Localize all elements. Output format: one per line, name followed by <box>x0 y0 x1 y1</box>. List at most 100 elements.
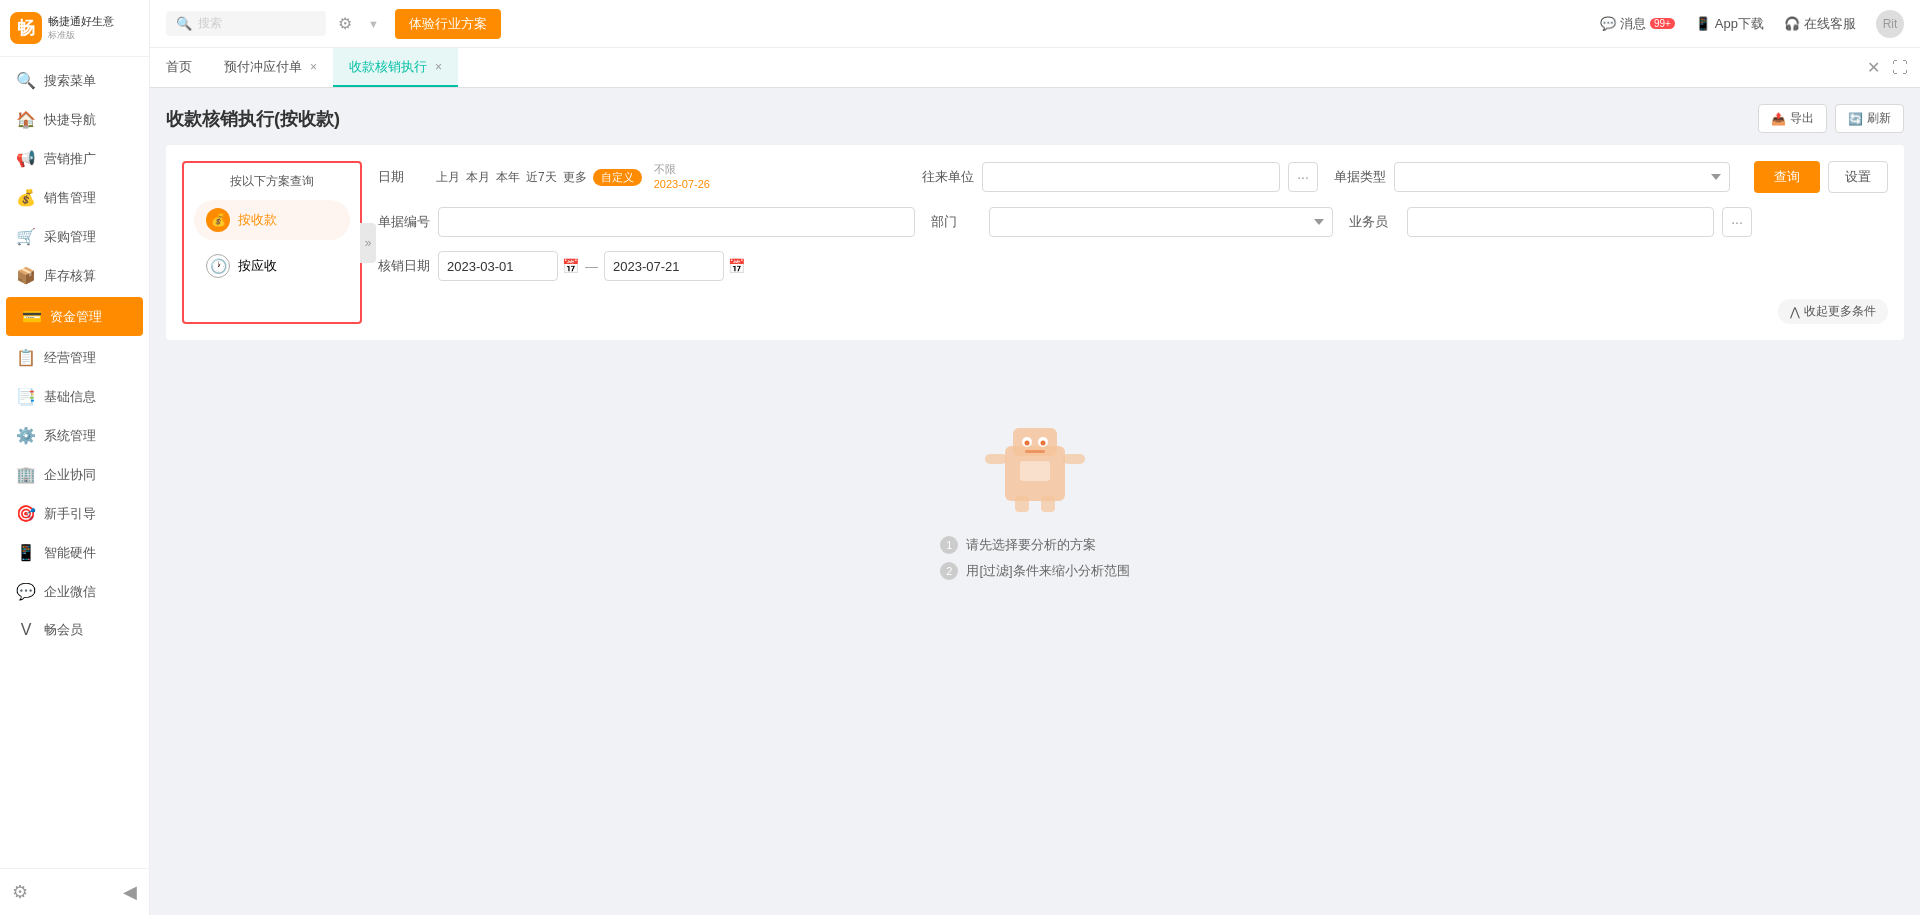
topbar: 🔍 搜索 ⚙ ▼ 体验行业方案 💬 消息 99+ 📱 App下载 🎧 在线客服 … <box>150 0 1920 48</box>
sidebar-item-system[interactable]: ⚙️ 系统管理 <box>0 416 149 455</box>
query-panel: 按以下方案查询 💰 按收款 🕐 按应收 » <box>182 161 362 324</box>
dept-label: 部门 <box>931 213 981 231</box>
sidebar-nav: 🔍 搜索菜单 🏠 快捷导航 📢 营销推广 💰 销售管理 🛒 采购管理 📦 库存核… <box>0 57 149 868</box>
message-badge: 99+ <box>1650 18 1675 29</box>
app-download-button[interactable]: 📱 App下载 <box>1695 15 1764 33</box>
user-avatar[interactable]: Rit <box>1876 10 1904 38</box>
start-calendar-icon[interactable]: 📅 <box>562 258 579 274</box>
sidebar-item-hardware[interactable]: 📱 智能硬件 <box>0 533 149 572</box>
refresh-button[interactable]: 🔄 刷新 <box>1835 104 1904 133</box>
end-calendar-icon[interactable]: 📅 <box>728 258 745 274</box>
verification-date-range: 📅 — 📅 <box>438 251 745 281</box>
doc-no-input[interactable] <box>438 207 915 237</box>
sidebar-item-inventory[interactable]: 📦 库存核算 <box>0 256 149 295</box>
message-button[interactable]: 💬 消息 99+ <box>1600 15 1675 33</box>
svg-rect-8 <box>1063 454 1085 464</box>
topbar-right: 💬 消息 99+ 📱 App下载 🎧 在线客服 Rit <box>1600 10 1904 38</box>
sidebar-item-label: 快捷导航 <box>44 111 96 129</box>
receivable-option-icon: 🕐 <box>206 254 230 278</box>
sidebar-item-purchase[interactable]: 🛒 采购管理 <box>0 217 149 256</box>
chevron-up-icon: ⋀ <box>1790 305 1800 319</box>
collapse-more-area: ⋀ 收起更多条件 <box>378 299 1888 324</box>
sidebar-item-quick-nav[interactable]: 🏠 快捷导航 <box>0 100 149 139</box>
verification-date-field: 核销日期 📅 — 📅 <box>378 251 1888 281</box>
sidebar-item-wechat[interactable]: 💬 企业微信 <box>0 572 149 611</box>
tab-receipt-offset[interactable]: 收款核销执行 × <box>333 48 458 87</box>
this-month-link[interactable]: 本月 <box>466 169 490 186</box>
topbar-search-box[interactable]: 🔍 搜索 <box>166 11 326 36</box>
doc-type-select[interactable] <box>1394 162 1730 192</box>
close-tab-icon[interactable]: ✕ <box>1863 54 1884 81</box>
tab-prepay-close-icon[interactable]: × <box>310 60 317 74</box>
collapse-sidebar-icon[interactable]: ◀ <box>119 877 141 907</box>
hardware-icon: 📱 <box>16 543 36 562</box>
main-area: 🔍 搜索 ⚙ ▼ 体验行业方案 💬 消息 99+ 📱 App下载 🎧 在线客服 … <box>150 0 1920 915</box>
filter-row-3: 核销日期 📅 — 📅 <box>378 251 1888 281</box>
export-button[interactable]: 📤 导出 <box>1758 104 1827 133</box>
tab-home[interactable]: 首页 <box>150 48 208 87</box>
last-7-days-link[interactable]: 近7天 <box>526 169 557 186</box>
query-option-by-receipt[interactable]: 💰 按收款 <box>194 200 350 240</box>
sidebar-item-marketing[interactable]: 📢 营销推广 <box>0 139 149 178</box>
sidebar-item-label: 基础信息 <box>44 388 96 406</box>
tab-prepay-offset[interactable]: 预付冲应付单 × <box>208 48 333 87</box>
logo-text: 畅捷通好生意 <box>48 14 114 28</box>
collapse-more-button[interactable]: ⋀ 收起更多条件 <box>1778 299 1888 324</box>
sidebar-item-funds[interactable]: 💳 资金管理 <box>6 297 143 336</box>
app-icon: 📱 <box>1695 16 1711 31</box>
sidebar-item-member[interactable]: V 畅会员 <box>0 611 149 649</box>
sidebar-item-enterprise[interactable]: 🏢 企业协同 <box>0 455 149 494</box>
sidebar-item-label: 新手引导 <box>44 505 96 523</box>
industry-solution-button[interactable]: 体验行业方案 <box>395 9 501 39</box>
panel-collapse-button[interactable]: » <box>360 223 376 263</box>
query-button[interactable]: 查询 <box>1754 161 1820 193</box>
partner-input[interactable] <box>982 162 1280 192</box>
tab-prepay-label: 预付冲应付单 <box>224 58 302 76</box>
export-icon: 📤 <box>1771 112 1786 126</box>
page-title: 收款核销执行(按收款) <box>166 107 340 131</box>
step-1-num: 1 <box>940 536 958 554</box>
logo-badge: 标准版 <box>48 29 114 42</box>
expand-tab-icon[interactable]: ⛶ <box>1888 55 1912 81</box>
this-year-link[interactable]: 本年 <box>496 169 520 186</box>
tab-receipt-close-icon[interactable]: × <box>435 60 442 74</box>
salesperson-ellipsis-button[interactable]: ··· <box>1722 207 1752 237</box>
verification-end-input[interactable] <box>604 251 724 281</box>
sidebar-item-sales[interactable]: 💰 销售管理 <box>0 178 149 217</box>
sidebar-item-label: 销售管理 <box>44 189 96 207</box>
online-service-button[interactable]: 🎧 在线客服 <box>1784 15 1856 33</box>
svg-rect-7 <box>985 454 1007 464</box>
page-actions: 📤 导出 🔄 刷新 <box>1758 104 1904 133</box>
last-month-link[interactable]: 上月 <box>436 169 460 186</box>
refresh-label: 刷新 <box>1867 110 1891 127</box>
topbar-gear-icon[interactable]: ⚙ <box>338 14 352 33</box>
sidebar-item-label: 搜索菜单 <box>44 72 96 90</box>
sidebar-item-label: 企业微信 <box>44 583 96 601</box>
svg-rect-6 <box>1025 450 1045 453</box>
sidebar-item-label: 智能硬件 <box>44 544 96 562</box>
settings-bottom-icon[interactable]: ⚙ <box>8 877 32 907</box>
custom-date-tag[interactable]: 自定义 <box>593 169 642 186</box>
query-option-by-receivable[interactable]: 🕐 按应收 <box>194 246 350 286</box>
date-shortcut-links: 上月 本月 本年 近7天 更多 自定义 <box>436 169 642 186</box>
dept-field: 部门 <box>931 207 1334 237</box>
partner-ellipsis-button[interactable]: ··· <box>1288 162 1318 192</box>
search-menu-icon: 🔍 <box>16 71 36 90</box>
sidebar-item-search-menu[interactable]: 🔍 搜索菜单 <box>0 61 149 100</box>
verification-start-input[interactable] <box>438 251 558 281</box>
more-date-link[interactable]: 更多 <box>563 169 587 186</box>
user-name: Rit <box>1883 17 1898 31</box>
empty-steps: 1 请先选择要分析的方案 2 用[过滤]条件来缩小分析范围 <box>940 532 1129 584</box>
verification-end-wrap: 📅 <box>604 251 745 281</box>
sidebar-item-basic-info[interactable]: 📑 基础信息 <box>0 377 149 416</box>
salesperson-input[interactable] <box>1407 207 1714 237</box>
dept-select[interactable] <box>989 207 1334 237</box>
sidebar-item-business[interactable]: 📋 经营管理 <box>0 338 149 377</box>
empty-step-1: 1 请先选择要分析的方案 <box>940 532 1129 558</box>
filter-settings-button[interactable]: 设置 <box>1828 161 1888 193</box>
partner-field: 往来单位 ··· <box>922 162 1318 192</box>
sidebar-item-guide[interactable]: 🎯 新手引导 <box>0 494 149 533</box>
query-panel-title: 按以下方案查询 <box>194 173 350 190</box>
topbar-search-placeholder: 搜索 <box>198 15 222 32</box>
inventory-icon: 📦 <box>16 266 36 285</box>
